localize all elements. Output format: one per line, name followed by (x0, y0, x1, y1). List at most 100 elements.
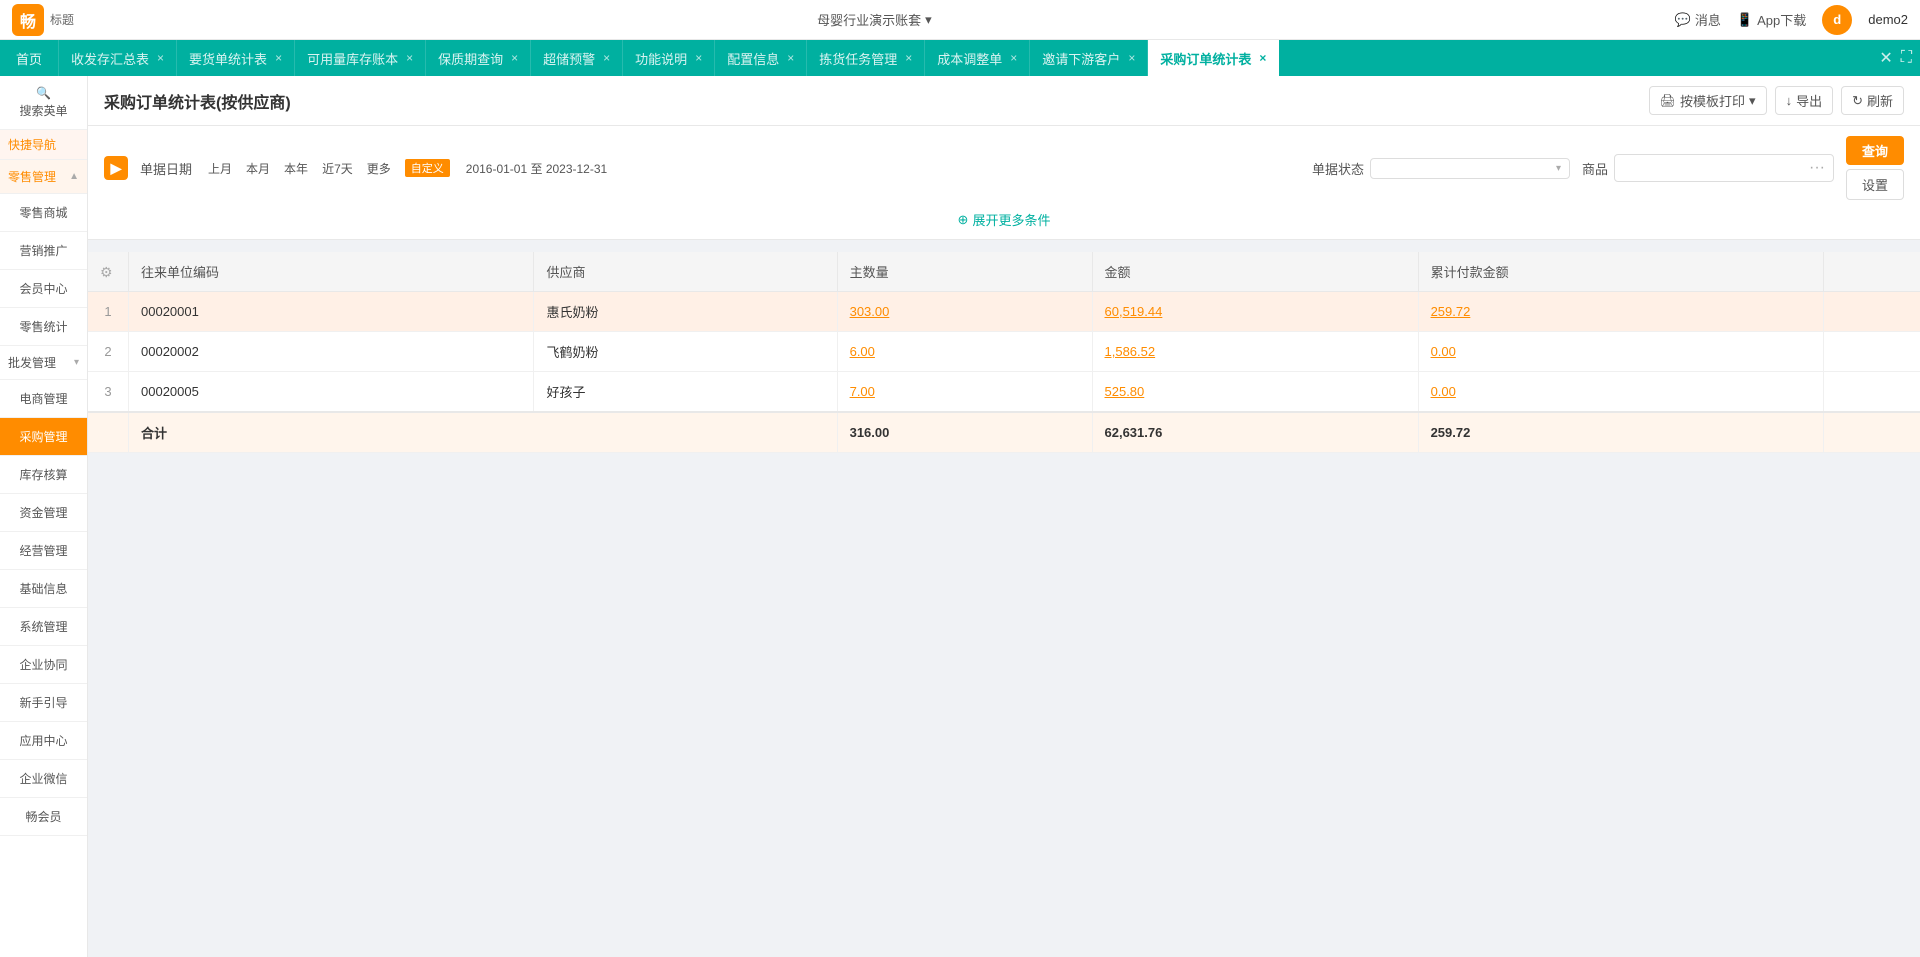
close-all-tabs-icon[interactable]: ✕ (1879, 48, 1892, 68)
refresh-icon: ↻ (1852, 93, 1863, 109)
sidebar-item-xinshouyindao[interactable]: 新手引导 (0, 684, 87, 722)
sidebar-item-pifaguan[interactable]: 批发管理 ▾ (0, 346, 87, 380)
filter-row-1: ▶ 单据日期 上月 本月 本年 近7天 更多 自定义 2016-01-01 至 … (104, 136, 1904, 200)
row-paid-1: 259.72 (1418, 292, 1823, 332)
sidebar-item-lingshoutongji[interactable]: 零售统计 (0, 308, 87, 346)
settings-button[interactable]: 设置 (1846, 169, 1904, 200)
sidebar-item-lingshoucheng[interactable]: 零售商城 (0, 194, 87, 232)
tab-jianhuo-close[interactable]: × (905, 51, 912, 65)
sidebar-item-kucun[interactable]: 库存核算 (0, 456, 87, 494)
column-settings-icon[interactable]: ⚙ (100, 264, 116, 280)
tab-caigou[interactable]: 采购订单统计表 × (1148, 40, 1279, 76)
tab-yaoqing[interactable]: 邀请下游客户 × (1030, 40, 1148, 76)
footer-paid: 259.72 (1418, 412, 1823, 453)
tab-peizhi[interactable]: 配置信息 × (715, 40, 807, 76)
print-dropdown-icon: ▾ (1749, 93, 1756, 109)
workspace-selector[interactable]: 母婴行业演示账套 ▾ (817, 10, 932, 29)
col-amount: 金额 (1092, 252, 1418, 292)
print-button[interactable]: 🖨 按模板打印 ▾ (1649, 86, 1767, 115)
tab-yaoqing-close[interactable]: × (1128, 51, 1135, 65)
sidebar-item-yingyongzhongxin[interactable]: 应用中心 (0, 722, 87, 760)
col-supplier: 供应商 (534, 252, 837, 292)
tab-chaochu-close[interactable]: × (603, 51, 610, 65)
col-paid: 累计付款金额 (1418, 252, 1823, 292)
tab-chengben[interactable]: 成本调整单 × (925, 40, 1030, 76)
table-area: ⚙ 往来单位编码 供应商 主数量 金额 累计付款金额 1 (88, 240, 1920, 957)
tab-keyongliang-close[interactable]: × (406, 51, 413, 65)
top-right: 💬 消息 📱 App下载 d demo2 (1675, 5, 1908, 35)
sidebar-item-jingying[interactable]: 经营管理 (0, 532, 87, 570)
tab-baozhi-close[interactable]: × (511, 51, 518, 65)
sidebar-item-zijin[interactable]: 资金管理 (0, 494, 87, 532)
tab-bar: 首页 收发存汇总表 × 要货单统计表 × 可用量库存账本 × 保质期查询 × 超… (0, 40, 1920, 76)
sidebar-item-jichu[interactable]: 基础信息 (0, 570, 87, 608)
app-download-button[interactable]: 📱 App下载 (1737, 10, 1806, 29)
sidebar-item-xitong[interactable]: 系统管理 (0, 608, 87, 646)
tab-baozhi[interactable]: 保质期查询 × (426, 40, 531, 76)
page-header: 采购订单统计表(按供应商) 🖨 按模板打印 ▾ ↓ 导出 ↻ 刷新 (88, 76, 1920, 126)
export-button[interactable]: ↓ 导出 (1775, 86, 1834, 115)
table-header-row: ⚙ 往来单位编码 供应商 主数量 金额 累计付款金额 (88, 252, 1920, 292)
message-button[interactable]: 💬 消息 (1675, 10, 1721, 29)
row-paid-2: 0.00 (1418, 332, 1823, 372)
tab-keyongliang-label: 可用量库存账本 (307, 49, 398, 68)
goods-input-more-icon[interactable]: ··· (1809, 159, 1825, 177)
row-quantity-2: 6.00 (837, 332, 1092, 372)
tab-chaochu[interactable]: 超储预警 × (531, 40, 623, 76)
goods-input[interactable]: ··· (1614, 154, 1834, 182)
tab-shoufacun[interactable]: 收发存汇总表 × (59, 40, 177, 76)
message-label: 消息 (1695, 10, 1721, 29)
maximize-icon[interactable]: ⛶ (1901, 49, 1912, 67)
tab-jianhuo[interactable]: 拣货任务管理 × (807, 40, 925, 76)
shortcut-this-month[interactable]: 本月 (242, 158, 274, 179)
sidebar-item-qiyexietong[interactable]: 企业协同 (0, 646, 87, 684)
sidebar-item-caigou[interactable]: 采购管理 (0, 418, 87, 456)
footer-empty-1 (88, 412, 129, 453)
content-area: 采购订单统计表(按供应商) 🖨 按模板打印 ▾ ↓ 导出 ↻ 刷新 (88, 76, 1920, 957)
tab-home-label: 首页 (16, 49, 42, 68)
tab-gongneng[interactable]: 功能说明 × (623, 40, 715, 76)
tab-caigou-label: 采购订单统计表 (1160, 49, 1251, 68)
sidebar-item-changhui[interactable]: 畅会员 (0, 798, 87, 836)
col-settings: ⚙ (88, 252, 129, 292)
expand-more-button[interactable]: ⊕ 展开更多条件 (958, 210, 1051, 229)
footer-label: 合计 (129, 412, 838, 453)
row-supplier-2: 飞鹤奶粉 (534, 332, 837, 372)
filter-toggle-button[interactable]: ▶ (104, 156, 128, 180)
sidebar-item-search[interactable]: 🔍 搜索英单 (0, 76, 87, 130)
tab-peizhi-close[interactable]: × (787, 51, 794, 65)
row-supplier-1: 惠氏奶粉 (534, 292, 837, 332)
status-select[interactable]: ▾ (1370, 158, 1570, 179)
refresh-button[interactable]: ↻ 刷新 (1841, 86, 1904, 115)
tab-shoufacun-close[interactable]: × (157, 51, 164, 65)
tab-yaohuo-close[interactable]: × (275, 51, 282, 65)
tab-yaohuo[interactable]: 要货单统计表 × (177, 40, 295, 76)
table-row[interactable]: 2 00020002 飞鹤奶粉 6.00 1,586.52 0.00 (88, 332, 1920, 372)
table-row[interactable]: 1 00020001 惠氏奶粉 303.00 60,519.44 259.72 (88, 292, 1920, 332)
status-filter-label: 单据状态 (1312, 159, 1364, 178)
status-filter: 单据状态 ▾ (1312, 158, 1570, 179)
tab-gongneng-close[interactable]: × (695, 51, 702, 65)
shortcut-this-year[interactable]: 本年 (280, 158, 312, 179)
logo-subtitle: 标题 (50, 11, 74, 28)
table-row[interactable]: 3 00020005 好孩子 7.00 525.80 0.00 (88, 372, 1920, 413)
user-name[interactable]: demo2 (1868, 12, 1908, 27)
sidebar-item-lingshouguan[interactable]: 零售管理 ▲ (0, 160, 87, 194)
shortcut-7days[interactable]: 近7天 (318, 158, 357, 179)
tab-shoufacun-label: 收发存汇总表 (71, 49, 149, 68)
shortcut-last-month[interactable]: 上月 (204, 158, 236, 179)
sidebar-item-dianshang[interactable]: 电商管理 (0, 380, 87, 418)
tab-keyongliang[interactable]: 可用量库存账本 × (295, 40, 426, 76)
shortcut-more[interactable]: 更多 (363, 158, 395, 179)
sidebar-item-yingxiao[interactable]: 营销推广 (0, 232, 87, 270)
data-table: ⚙ 往来单位编码 供应商 主数量 金额 累计付款金额 1 (88, 252, 1920, 453)
tab-caigou-close[interactable]: × (1259, 51, 1266, 65)
sidebar-nav-shortcut[interactable]: 快捷导航 (0, 130, 87, 160)
tab-peizhi-label: 配置信息 (727, 49, 779, 68)
query-button[interactable]: 查询 (1846, 136, 1904, 165)
tab-chengben-close[interactable]: × (1010, 51, 1017, 65)
status-select-arrow-icon: ▾ (1556, 163, 1561, 174)
sidebar-item-qiyeweixin[interactable]: 企业微信 (0, 760, 87, 798)
sidebar-item-huiyuan[interactable]: 会员中心 (0, 270, 87, 308)
tab-home[interactable]: 首页 (0, 40, 59, 76)
